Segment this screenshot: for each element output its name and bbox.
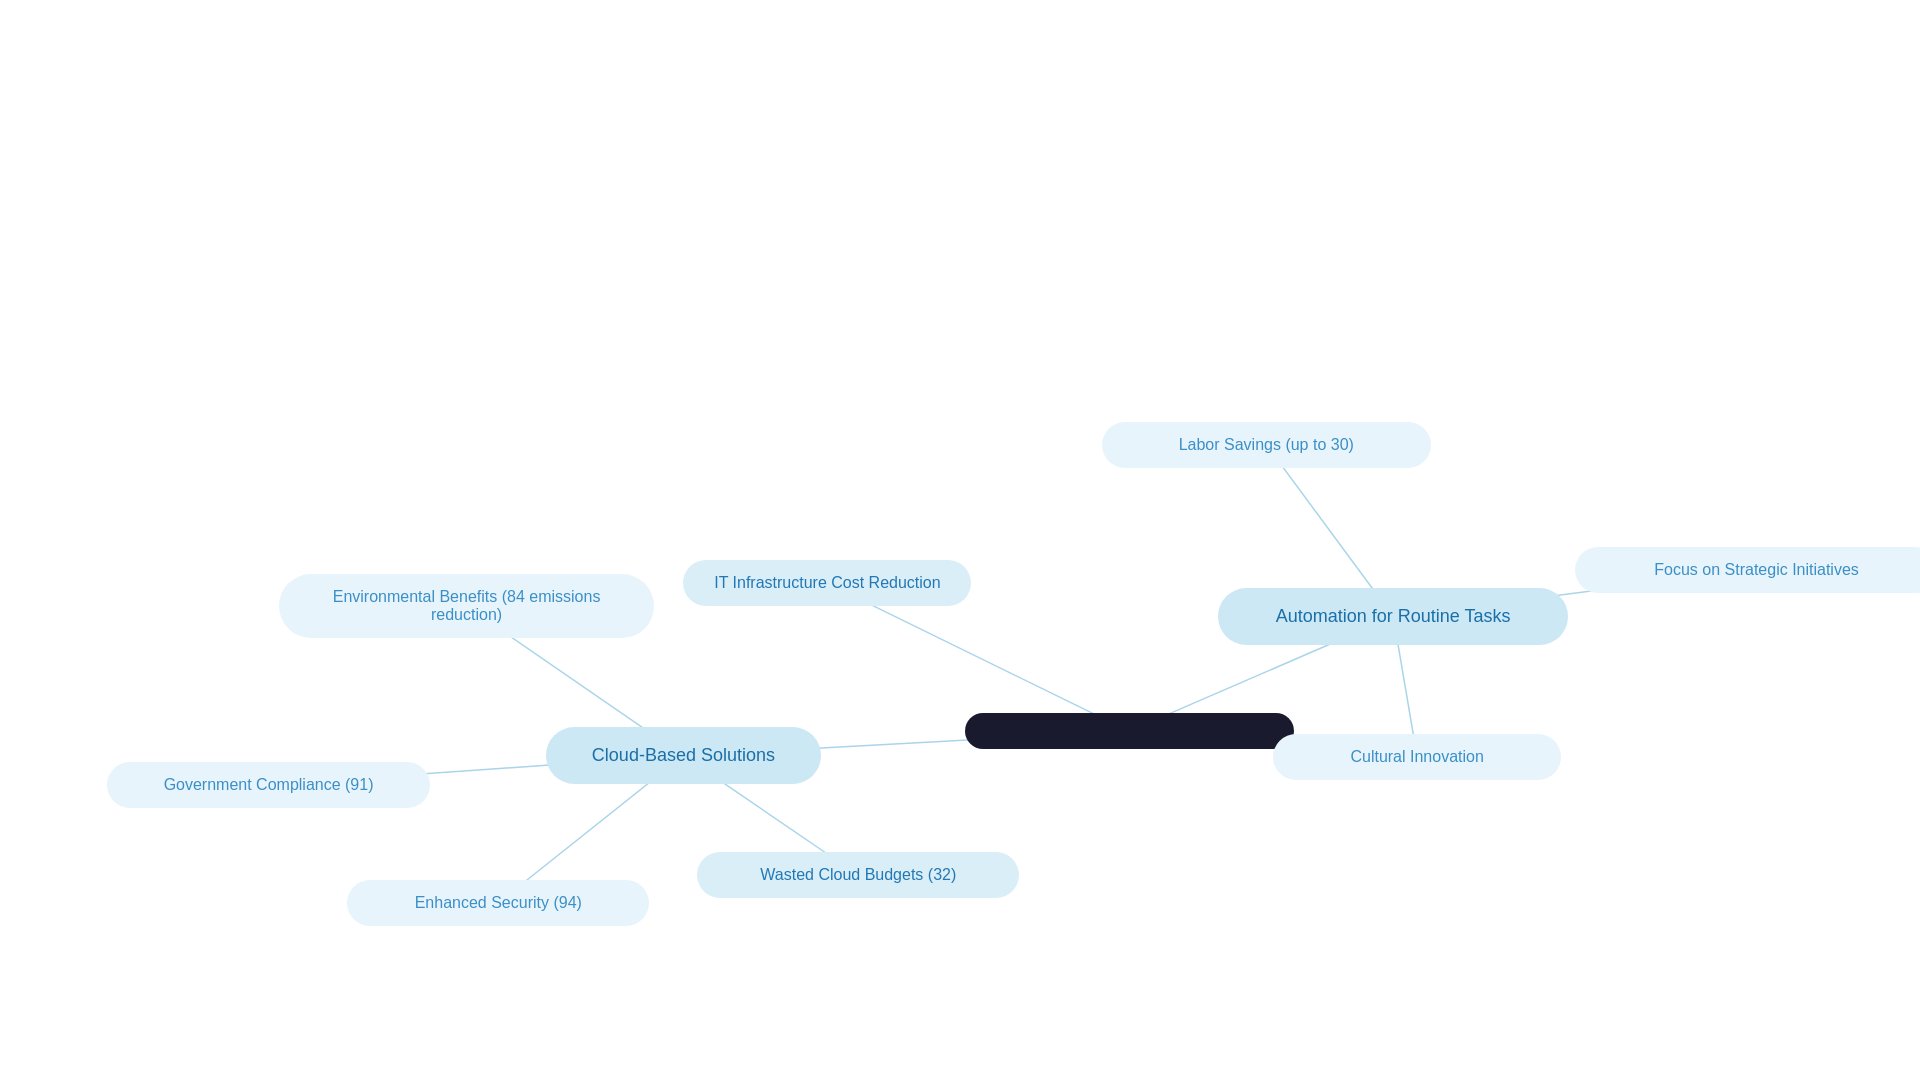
cultural-innovation-node[interactable]: Cultural Innovation: [1273, 734, 1561, 780]
it-infrastructure-node[interactable]: IT Infrastructure Cost Reduction: [683, 560, 971, 606]
government-compliance-label: Government Compliance (91): [164, 776, 374, 794]
focus-strategic-label: Focus on Strategic Initiatives: [1654, 561, 1859, 579]
focus-strategic-node[interactable]: Focus on Strategic Initiatives: [1575, 547, 1920, 593]
government-compliance-node[interactable]: Government Compliance (91): [107, 762, 429, 808]
cloud-based-solutions-node[interactable]: Cloud-Based Solutions: [546, 727, 820, 784]
wasted-cloud-budgets-node[interactable]: Wasted Cloud Budgets (32): [697, 852, 1019, 898]
enhanced-security-label: Enhanced Security (94): [415, 894, 582, 912]
cloud-based-solutions-label: Cloud-Based Solutions: [592, 745, 775, 766]
wasted-cloud-budgets-label: Wasted Cloud Budgets (32): [760, 866, 956, 884]
cultural-innovation-label: Cultural Innovation: [1350, 748, 1483, 766]
environmental-benefits-label: Environmental Benefits (84 emissions red…: [307, 588, 626, 624]
labor-savings-label: Labor Savings (up to 30): [1179, 436, 1354, 454]
automation-node[interactable]: Automation for Routine Tasks: [1218, 588, 1568, 645]
environmental-benefits-node[interactable]: Environmental Benefits (84 emissions red…: [279, 574, 654, 638]
labor-savings-node[interactable]: Labor Savings (up to 30): [1102, 422, 1431, 468]
enhanced-security-node[interactable]: Enhanced Security (94): [347, 880, 649, 926]
automation-label: Automation for Routine Tasks: [1276, 606, 1511, 627]
it-infrastructure-label: IT Infrastructure Cost Reduction: [714, 574, 940, 592]
center-node[interactable]: [965, 713, 1294, 749]
